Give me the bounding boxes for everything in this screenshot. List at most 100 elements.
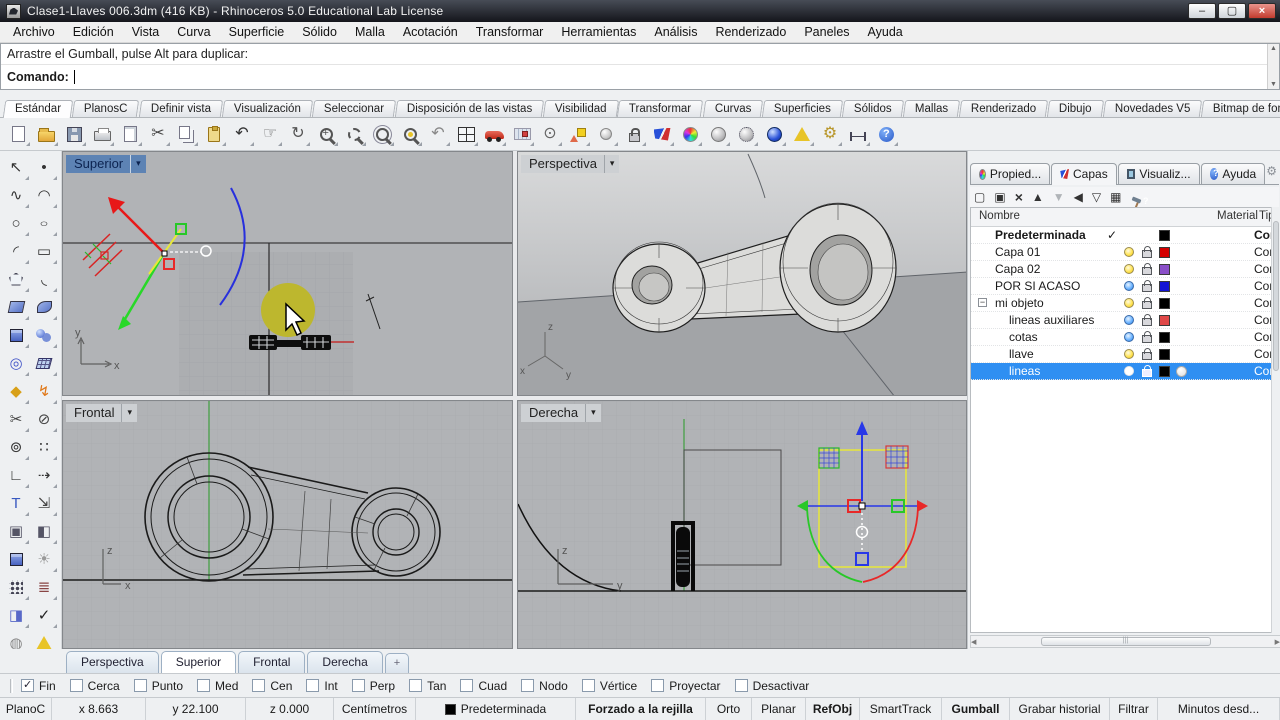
menu-renderizado[interactable]: Renderizado	[706, 23, 795, 41]
rectangle-button[interactable]: ▭	[31, 238, 57, 264]
layer-material-sphere-icon[interactable]	[1176, 366, 1187, 377]
menu-transformar[interactable]: Transformar	[467, 23, 553, 41]
derecha-dropdown-icon[interactable]: ▾	[585, 404, 601, 422]
surface-curved-button[interactable]	[31, 294, 57, 320]
viewport-layout-button[interactable]	[453, 121, 479, 147]
array-along-curve-button[interactable]: ≣	[31, 574, 57, 600]
select-arrow-button[interactable]: ↖	[3, 154, 29, 180]
toolbar-tab-mallas[interactable]: Mallas	[902, 100, 961, 117]
cplane-grid-button[interactable]	[509, 121, 535, 147]
ellipse-button[interactable]: ○	[31, 210, 57, 236]
scroll-right-icon[interactable]: ▶	[1275, 638, 1280, 646]
render-flag-button[interactable]	[649, 121, 675, 147]
layer-row[interactable]: −mi objetoContinua	[971, 295, 1280, 312]
layer-color-swatch[interactable]	[1159, 298, 1170, 309]
osnap-checkbox-vertice[interactable]	[581, 679, 595, 692]
panel-tab-capas[interactable]: Capas	[1051, 163, 1117, 185]
osnap-item-fin[interactable]: Fin	[21, 678, 56, 693]
osnap-checkbox-fin[interactable]	[21, 678, 34, 692]
new-layer-button[interactable]: ▢	[974, 191, 985, 203]
status-planar[interactable]: Planar	[752, 698, 806, 720]
lock-objects-button[interactable]	[621, 121, 647, 147]
layer-row[interactable]: Capa 02Continua	[971, 261, 1280, 278]
cut-scissors-button[interactable]: ✂	[145, 121, 171, 147]
scroll-left-icon[interactable]: ◀	[971, 638, 976, 646]
menu-vista[interactable]: Vista	[123, 23, 169, 41]
trim-button[interactable]: ✂	[3, 406, 29, 432]
array-rectangular-button[interactable]	[3, 574, 29, 600]
toolbar-tab-visualizacion[interactable]: Visualización	[221, 100, 313, 117]
help-question-button[interactable]	[873, 121, 899, 147]
column-nombre[interactable]: Nombre	[979, 210, 1020, 222]
panel-gear-icon[interactable]: ⚙	[1266, 164, 1277, 178]
viewport-label-derecha[interactable]: Derecha ▾	[521, 404, 601, 422]
viewport-tab-derecha[interactable]: Derecha	[307, 651, 383, 673]
color-wheel-button[interactable]	[677, 121, 703, 147]
rotate-view-button[interactable]: ↻	[285, 121, 311, 147]
shaded-sphere-button[interactable]	[705, 121, 731, 147]
surface-mesh-button[interactable]	[31, 350, 57, 376]
torus-button[interactable]: ◎	[3, 350, 29, 376]
layer-lock-icon[interactable]	[1142, 348, 1152, 360]
layer-lock-icon[interactable]	[1142, 314, 1152, 326]
status-minutos-desd[interactable]: Minutos desd...	[1158, 698, 1280, 720]
undo-button[interactable]: ↶	[229, 121, 255, 147]
status-refobj[interactable]: RefObj	[806, 698, 860, 720]
panel-tab-propied[interactable]: Propied...	[970, 163, 1051, 184]
paste-clipboard-button[interactable]	[201, 121, 227, 147]
osnap-checkbox-cerca[interactable]	[69, 679, 83, 692]
perspectiva-label-text[interactable]: Perspectiva	[521, 155, 599, 173]
curve-control-points-button[interactable]: ∿	[3, 182, 29, 208]
new-sublayer-button[interactable]: ▣	[994, 191, 1005, 203]
circle-button[interactable]: ○	[3, 210, 29, 236]
minimize-button[interactable]: –	[1188, 3, 1216, 19]
osnap-checkbox-desactivar[interactable]	[734, 679, 748, 692]
viewport-tab-frontal[interactable]: Frontal	[238, 651, 306, 673]
toolbar-tab-visibilidad[interactable]: Visibilidad	[542, 100, 619, 117]
menu-superficie[interactable]: Superficie	[220, 23, 294, 41]
scale-button[interactable]: ⇲	[31, 490, 57, 516]
rotate-dial-button[interactable]: ⊙	[537, 121, 563, 147]
ghosted-sphere-button[interactable]	[733, 121, 759, 147]
extrude-solid-button[interactable]	[3, 546, 29, 572]
status-grabar-historial[interactable]: Grabar historial	[1010, 698, 1110, 720]
copy-button[interactable]	[173, 121, 199, 147]
scrollbar-thumb[interactable]	[1040, 637, 1211, 646]
layer-row[interactable]: lineas auxiliaresContinua	[971, 312, 1280, 329]
save-floppy-button[interactable]	[61, 121, 87, 147]
osnap-item-tan[interactable]: Tan	[409, 679, 446, 693]
viewport-label-superior[interactable]: Superior ▾	[66, 155, 146, 173]
layer-lock-icon[interactable]	[1142, 280, 1152, 292]
add-viewport-tab-button[interactable]: +	[384, 653, 410, 673]
osnap-item-proyectar[interactable]: Proyectar	[651, 679, 721, 693]
layer-lock-icon[interactable]	[1142, 331, 1152, 343]
layer-row[interactable]: llaveContinua	[971, 346, 1280, 363]
toolbar-tab-planosc[interactable]: PlanosC	[71, 100, 140, 117]
layer-visibility-bulb-icon[interactable]	[1124, 264, 1134, 274]
viewport-label-frontal[interactable]: Frontal ▾	[66, 404, 137, 422]
toolbar-tab-disposicion-de-las-vistas[interactable]: Disposición de las vistas	[394, 100, 545, 117]
osnap-item-med[interactable]: Med	[197, 679, 238, 693]
osnap-item-vertice[interactable]: Vértice	[581, 679, 637, 693]
command-input[interactable]: Comando:	[1, 65, 1279, 89]
gears-options-button[interactable]: ⚙	[817, 121, 843, 147]
lightbulb-visibility-button[interactable]	[593, 121, 619, 147]
osnap-item-cen[interactable]: Cen	[252, 679, 292, 693]
viewport-tab-perspectiva[interactable]: Perspectiva	[66, 651, 159, 673]
layer-color-swatch[interactable]	[1159, 264, 1170, 275]
toolbar-tab-seleccionar[interactable]: Seleccionar	[311, 100, 396, 117]
layer-lock-icon[interactable]	[1142, 297, 1152, 309]
toolbar-tab-superficies[interactable]: Superficies	[761, 100, 844, 117]
filter-funnel-button[interactable]: ▽	[1092, 191, 1101, 203]
print-button[interactable]	[89, 121, 115, 147]
collapse-all-button[interactable]: ◀	[1074, 191, 1083, 203]
frontal-canvas[interactable]: z x	[63, 401, 513, 649]
lights-button[interactable]: ☀	[31, 546, 57, 572]
open-folder-button[interactable]	[33, 121, 59, 147]
scroll-up-icon[interactable]: ▲	[1270, 45, 1277, 52]
layer-row[interactable]: POR SI ACASOContinua	[971, 278, 1280, 295]
layer-color-swatch[interactable]	[1159, 349, 1170, 360]
viewport-superior[interactable]: y x Superior ▾	[62, 151, 513, 396]
point-button[interactable]: •	[31, 154, 57, 180]
layer-visibility-bulb-icon[interactable]	[1124, 281, 1134, 291]
